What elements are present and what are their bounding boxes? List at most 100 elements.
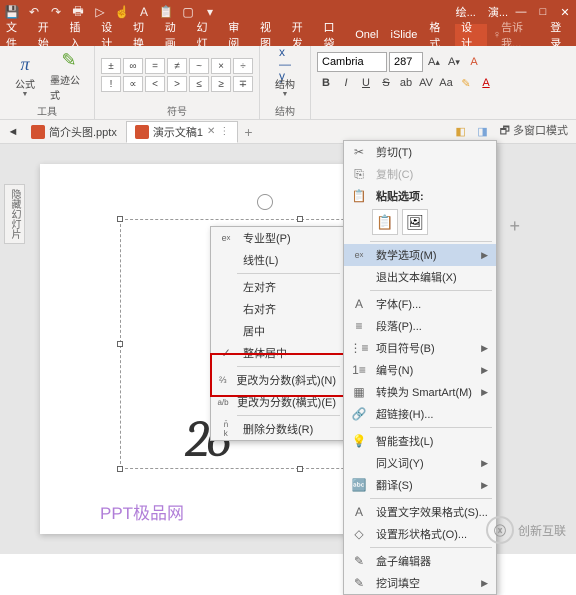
menu-linear[interactable]: 线性(L): [211, 249, 344, 271]
tab-developer[interactable]: 开发: [286, 24, 318, 46]
bold-icon[interactable]: B: [317, 74, 335, 92]
font-name-combo[interactable]: Cambria: [317, 52, 387, 72]
tab-animations[interactable]: 动画: [159, 24, 191, 46]
menu-numbering[interactable]: 1≡编号(N)▶: [344, 359, 496, 381]
equation-button[interactable]: π 公式 ▼: [6, 52, 44, 98]
shrink-font-icon[interactable]: A▾: [445, 53, 463, 71]
highlight-icon[interactable]: ✎: [457, 74, 475, 92]
rotate-handle-icon[interactable]: [257, 194, 273, 210]
symbol-cell[interactable]: ±: [101, 58, 121, 74]
strike-icon[interactable]: S: [377, 74, 395, 92]
menu-fill-blank[interactable]: ✎挖词填空▶: [344, 572, 496, 594]
qat-text-icon[interactable]: A: [136, 4, 152, 20]
window-close[interactable]: ✕: [558, 5, 572, 19]
tab-pocket[interactable]: 口袋: [318, 24, 350, 46]
tell-me[interactable]: ♀ 告诉我...: [487, 24, 544, 46]
symbol-cell[interactable]: ×: [211, 58, 231, 74]
resize-handle[interactable]: [117, 216, 123, 222]
qat-touch-icon[interactable]: ☝: [114, 4, 130, 20]
menu-align-center[interactable]: 居中: [211, 320, 344, 342]
qat-redo-icon[interactable]: ↷: [48, 4, 64, 20]
symbol-cell[interactable]: ∓: [233, 76, 253, 92]
qat-paste-icon[interactable]: 📋: [158, 4, 174, 20]
symbol-cell[interactable]: >: [167, 76, 187, 92]
symbol-cell[interactable]: ∝: [123, 76, 143, 92]
resize-handle[interactable]: [117, 466, 123, 472]
menu-remove-fraction-bar[interactable]: n̄k删除分数线(R): [211, 418, 344, 440]
symbol-cell[interactable]: <: [145, 76, 165, 92]
qat-print-icon[interactable]: 🖶: [70, 4, 86, 20]
menu-math-options[interactable]: ex数学选项(M)▶: [344, 244, 496, 266]
qat-start-icon[interactable]: ▷: [92, 4, 108, 20]
multi-window-mode[interactable]: 🗗 多窗口模式: [496, 122, 572, 141]
menu-smartart[interactable]: ▦转换为 SmartArt(M)▶: [344, 381, 496, 403]
menu-text-effects[interactable]: A设置文字效果格式(S)...: [344, 501, 496, 523]
font-color-icon[interactable]: A: [477, 74, 495, 92]
menu-smart-lookup[interactable]: 💡智能查找(L): [344, 430, 496, 452]
menu-align-right[interactable]: 右对齐: [211, 298, 344, 320]
menu-align-left[interactable]: 左对齐: [211, 276, 344, 298]
paste-option-picture[interactable]: 🖼: [402, 209, 428, 235]
tab-islide[interactable]: iSlide: [385, 24, 424, 46]
symbol-cell[interactable]: ≠: [167, 58, 187, 74]
menu-translate[interactable]: 🔤翻译(S)▶: [344, 474, 496, 496]
menu-fraction-skewed[interactable]: ⅔更改为分数(斜式)(N): [211, 369, 344, 391]
font-size-combo[interactable]: 287: [389, 52, 423, 72]
tool-icon-1[interactable]: ◧: [452, 123, 470, 141]
menu-paragraph[interactable]: ≡段落(P)...: [344, 315, 496, 337]
qat-more-icon[interactable]: ▾: [202, 4, 218, 20]
symbol-cell[interactable]: ÷: [233, 58, 253, 74]
tab-format[interactable]: 格式: [423, 24, 455, 46]
window-minimize[interactable]: —: [514, 5, 528, 19]
paste-option-keep-formatting[interactable]: 📋: [372, 209, 398, 235]
menu-exit-text-edit[interactable]: 退出文本编辑(X): [344, 266, 496, 288]
login-button[interactable]: 登录: [544, 24, 576, 46]
symbol-cell[interactable]: ~: [189, 58, 209, 74]
menu-copy[interactable]: ⎘复制(C): [344, 163, 496, 185]
menu-synonyms[interactable]: 同义词(Y)▶: [344, 452, 496, 474]
clear-format-icon[interactable]: A: [465, 53, 483, 71]
resize-handle[interactable]: [117, 341, 123, 347]
tab-menu-icon[interactable]: ⋮: [219, 126, 229, 137]
tab-onekey[interactable]: Onel: [349, 24, 384, 46]
resize-handle[interactable]: [297, 466, 303, 472]
tool-icon-2[interactable]: ◨: [474, 123, 492, 141]
menu-bullets[interactable]: ⋮≡项目符号(B)▶: [344, 337, 496, 359]
qat-undo-icon[interactable]: ↶: [26, 4, 42, 20]
slide-panel-label[interactable]: 隐藏幻灯片: [4, 184, 25, 244]
symbol-cell[interactable]: =: [145, 58, 165, 74]
tab-design[interactable]: 设计: [95, 24, 127, 46]
menu-center-as-group[interactable]: ✓整体居中: [211, 342, 344, 364]
underline-icon[interactable]: U: [357, 74, 375, 92]
spacing-icon[interactable]: AV: [417, 74, 435, 92]
menu-font[interactable]: A字体(F)...: [344, 293, 496, 315]
ink-equation-button[interactable]: ✎ 墨迹公式: [50, 48, 88, 102]
qat-blank-icon[interactable]: ▢: [180, 4, 196, 20]
menu-hyperlink[interactable]: 🔗超链接(H)...: [344, 403, 496, 425]
tab-slideshow[interactable]: 幻灯: [191, 24, 223, 46]
window-maximize[interactable]: □: [536, 5, 550, 19]
document-tab[interactable]: 简介头图.pptx: [22, 121, 126, 143]
menu-box-editor[interactable]: ✎盒子编辑器: [344, 550, 496, 572]
symbol-cell[interactable]: ≥: [211, 76, 231, 92]
add-tab-button[interactable]: +: [238, 124, 258, 140]
tab-insert[interactable]: 插入: [64, 24, 96, 46]
qat-save-icon[interactable]: 💾: [4, 4, 20, 20]
tab-view[interactable]: 视图: [254, 24, 286, 46]
tab-home[interactable]: 开始: [32, 24, 64, 46]
tab-review[interactable]: 审阅: [222, 24, 254, 46]
tab-file[interactable]: 文件: [0, 24, 32, 46]
doc-tabs-prev-icon[interactable]: ◄: [4, 123, 22, 141]
tab-eq-design[interactable]: 设计: [455, 24, 487, 46]
case-icon[interactable]: Aa: [437, 74, 455, 92]
menu-shape-format[interactable]: ◇设置形状格式(O)...: [344, 523, 496, 545]
menu-cut[interactable]: ✂剪切(T): [344, 141, 496, 163]
add-placeholder-icon[interactable]: +: [509, 216, 520, 237]
symbol-cell[interactable]: ∞: [123, 58, 143, 74]
italic-icon[interactable]: I: [337, 74, 355, 92]
close-tab-icon[interactable]: ✕: [207, 126, 215, 137]
symbol-cell[interactable]: ≤: [189, 76, 209, 92]
menu-professional[interactable]: ex专业型(P): [211, 227, 344, 249]
tab-transitions[interactable]: 切换: [127, 24, 159, 46]
resize-handle[interactable]: [297, 216, 303, 222]
